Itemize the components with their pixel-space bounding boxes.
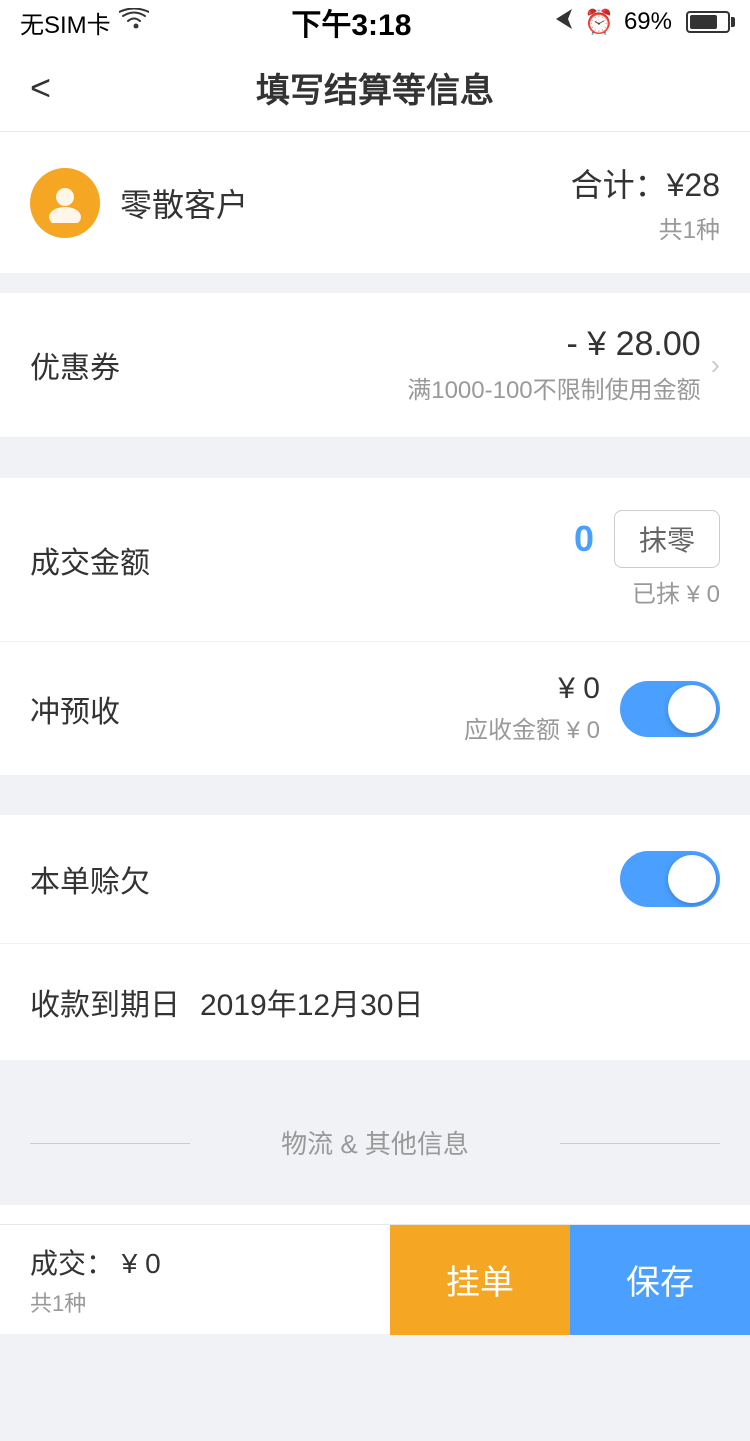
back-button[interactable]: <	[30, 57, 61, 119]
customer-row: 零散客户 合计：¥28 共1种	[0, 132, 750, 273]
bottom-summary: 成交： ¥ 0 共1种	[0, 1242, 390, 1318]
transaction-row: 成交金额 0 抹零 已抹 ¥ 0	[0, 478, 750, 642]
hold-button[interactable]: 挂单	[390, 1225, 570, 1335]
chevron-right-icon: ›	[711, 349, 720, 381]
customer-name: 零散客户	[120, 180, 248, 226]
coupon-section: 优惠券 - ¥ 28.00 满1000-100不限制使用金额 ›	[0, 293, 750, 438]
nav-bar: < 填写结算等信息	[0, 44, 750, 132]
toggle-knob	[668, 685, 716, 733]
location-icon	[554, 7, 574, 38]
coupon-row[interactable]: 优惠券 - ¥ 28.00 满1000-100不限制使用金额 ›	[0, 293, 750, 438]
precollect-label: 冲预收	[30, 687, 120, 731]
customer-summary: 合计：¥28 共1种	[571, 160, 720, 245]
due-date-value: 2019年12月30日	[200, 980, 423, 1024]
status-right: ⏰ 69%	[554, 7, 730, 38]
battery-percent: 69%	[624, 8, 672, 36]
bottom-summary-top: 成交： ¥ 0	[30, 1242, 360, 1282]
round-zero-button[interactable]: 抹零	[614, 510, 720, 568]
precollect-right: ¥ 0 应收金额 ¥ 0	[464, 672, 720, 745]
precollect-amount: ¥ 0	[464, 672, 600, 706]
customer-count: 共1种	[571, 210, 720, 245]
due-date-row: 收款到期日 2019年12月30日	[0, 944, 750, 1060]
page-title: 填写结算等信息	[256, 63, 494, 112]
logistics-title: 物流 & 其他信息	[281, 1129, 469, 1159]
coupon-right: - ¥ 28.00 满1000-100不限制使用金额 ›	[407, 325, 720, 405]
credit-label: 本单赊欠	[30, 857, 150, 901]
precollect-row: 冲预收 ¥ 0 应收金额 ¥ 0	[0, 642, 750, 775]
status-time: 下午3:18	[291, 0, 411, 44]
amount-section: 成交金额 0 抹零 已抹 ¥ 0 冲预收 ¥ 0 应收金额 ¥ 0	[0, 478, 750, 775]
transaction-label: 成交金额	[30, 538, 150, 582]
already-rounded: 已抹 ¥ 0	[574, 574, 720, 609]
bottom-summary-count: 共1种	[30, 1286, 360, 1318]
precollect-toggle[interactable]	[620, 681, 720, 737]
bottom-summary-amount: ¥ 0	[122, 1248, 161, 1279]
credit-row: 本单赊欠	[0, 815, 750, 944]
battery-icon	[686, 11, 730, 33]
coupon-info: - ¥ 28.00 满1000-100不限制使用金额	[407, 325, 700, 405]
status-bar: 无SIM卡 下午3:18 ⏰ 69%	[0, 0, 750, 44]
bottom-summary-label: 成交：	[30, 1248, 114, 1279]
coupon-discount: - ¥ 28.00	[407, 325, 700, 364]
due-date-label: 收款到期日	[30, 980, 180, 1024]
precollect-receivable: 应收金额 ¥ 0	[464, 710, 600, 745]
carrier-text: 无SIM卡	[20, 5, 111, 40]
bottom-bar: 成交： ¥ 0 共1种 挂单 保存	[0, 1224, 750, 1334]
coupon-note: 满1000-100不限制使用金额	[407, 370, 700, 405]
transaction-value-wrapper: 0 抹零	[574, 510, 720, 568]
save-button[interactable]: 保存	[570, 1225, 750, 1335]
wifi-icon	[119, 8, 149, 37]
section-divider-2	[0, 795, 750, 815]
status-left: 无SIM卡	[20, 5, 149, 40]
alarm-icon: ⏰	[584, 8, 614, 37]
credit-section: 本单赊欠 收款到期日 2019年12月30日	[0, 815, 750, 1060]
transaction-right: 0 抹零 已抹 ¥ 0	[574, 510, 720, 609]
logistics-header: 物流 & 其他信息	[0, 1100, 750, 1185]
customer-left: 零散客户	[30, 168, 248, 238]
coupon-label: 优惠券	[30, 343, 120, 387]
credit-toggle-knob	[668, 855, 716, 903]
precollect-amounts: ¥ 0 应收金额 ¥ 0	[464, 672, 600, 745]
section-divider-1	[0, 458, 750, 478]
transaction-value: 0	[574, 518, 594, 560]
avatar	[30, 168, 100, 238]
section-divider-3	[0, 1080, 750, 1100]
customer-total: 合计：¥28	[571, 160, 720, 206]
credit-toggle[interactable]	[620, 851, 720, 907]
